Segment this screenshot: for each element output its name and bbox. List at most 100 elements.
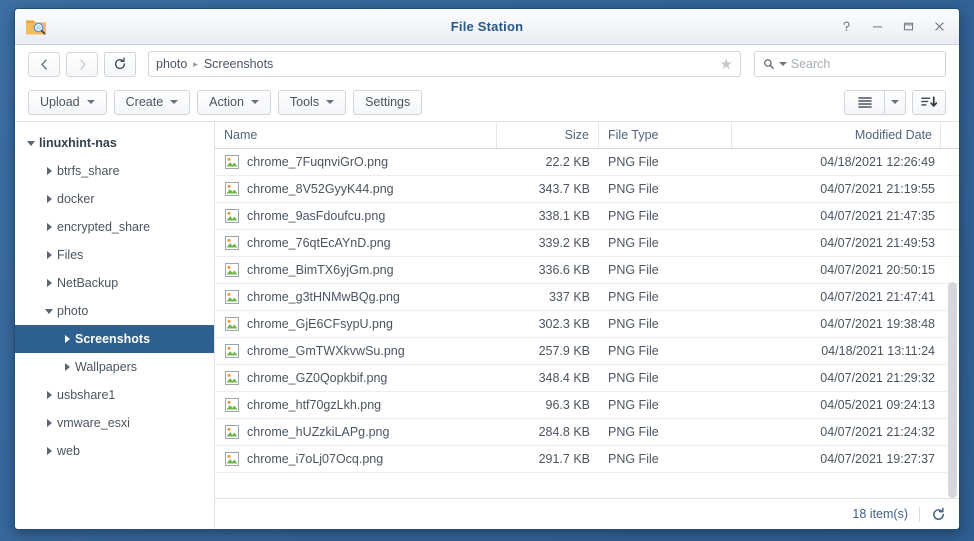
file-size-cell: 22.2 KB: [545, 155, 590, 169]
sidebar-item-web[interactable]: web: [15, 437, 214, 465]
action-button[interactable]: Action: [197, 89, 271, 115]
sort-order-button[interactable]: [912, 89, 946, 115]
help-button[interactable]: [839, 19, 854, 34]
table-row[interactable]: chrome_GjE6CFsypU.png 302.3 KB PNG File 04/…: [215, 311, 959, 338]
file-date-cell: 04/07/2021 21:47:41: [820, 290, 935, 304]
image-file-icon: [225, 425, 239, 439]
sidebar-item-usbshare1[interactable]: usbshare1: [15, 381, 214, 409]
sidebar-item-label: linuxhint-nas: [39, 136, 117, 150]
file-size-cell: 348.4 KB: [538, 371, 590, 385]
sidebar-item-label: usbshare1: [57, 388, 116, 402]
image-file-icon: [225, 209, 239, 223]
sidebar-item-photo[interactable]: photo: [15, 297, 214, 325]
table-row[interactable]: chrome_g3tHNMwBQg.png 337 KB PNG File 04/07…: [215, 284, 959, 311]
chevron-right-icon[interactable]: [59, 335, 75, 343]
chevron-right-icon[interactable]: [41, 223, 57, 231]
chevron-right-icon[interactable]: [59, 363, 75, 371]
file-name-label: chrome_GmTWXkvwSu.png: [247, 344, 405, 358]
table-row[interactable]: chrome_hUZzkiLAPg.png 284.8 KB PNG File 04/…: [215, 419, 959, 446]
window-title-bar: File Station: [15, 9, 959, 45]
sidebar-item-files[interactable]: Files: [15, 241, 214, 269]
list-view-button[interactable]: [844, 89, 884, 115]
column-header-size[interactable]: Size: [497, 122, 599, 148]
sidebar-item-linuxhint-nas[interactable]: linuxhint-nas: [15, 129, 214, 157]
file-name-label: chrome_8V52GyyK44.png: [247, 182, 394, 196]
breadcrumb-bar[interactable]: photo ▸ Screenshots ★: [148, 51, 741, 77]
table-row[interactable]: chrome_8V52GyyK44.png 343.7 KB PNG File 04/…: [215, 176, 959, 203]
sidebar-item-label: Wallpapers: [75, 360, 138, 374]
chevron-right-icon[interactable]: [41, 391, 57, 399]
breadcrumb-item-screenshots[interactable]: Screenshots: [204, 57, 273, 71]
image-file-icon: [225, 452, 239, 466]
file-type-cell: PNG File: [608, 452, 659, 466]
table-row[interactable]: chrome_76qtEcAYnD.png 339.2 KB PNG File 04/…: [215, 230, 959, 257]
sidebar-item-docker[interactable]: docker: [15, 185, 214, 213]
file-name-label: chrome_hUZzkiLAPg.png: [247, 425, 390, 439]
maximize-button[interactable]: [901, 19, 916, 34]
file-name-label: chrome_GjE6CFsypU.png: [247, 317, 393, 331]
refresh-icon[interactable]: [931, 507, 946, 522]
table-row[interactable]: chrome_7FuqnviGrO.png 22.2 KB PNG File 04/1…: [215, 149, 959, 176]
file-table-header: Name Size File Type Modified Date: [215, 122, 959, 149]
sidebar-item-label: encrypted_share: [57, 220, 151, 234]
sidebar-item-vmware-esxi[interactable]: vmware_esxi: [15, 409, 214, 437]
chevron-right-icon[interactable]: [41, 279, 57, 287]
chevron-right-icon[interactable]: [41, 251, 57, 259]
table-row[interactable]: chrome_GZ0Qopkbif.png 348.4 KB PNG File 04/…: [215, 365, 959, 392]
chevron-right-icon[interactable]: [41, 167, 57, 175]
chevron-right-icon[interactable]: [41, 419, 57, 427]
file-name-label: chrome_GZ0Qopkbif.png: [247, 371, 388, 385]
back-button[interactable]: [28, 51, 60, 77]
file-date-cell: 04/18/2021 12:26:49: [820, 155, 935, 169]
file-size-cell: 339.2 KB: [538, 236, 590, 250]
scrollbar-thumb[interactable]: [948, 282, 957, 498]
more-options-icon[interactable]: [941, 122, 959, 148]
create-button[interactable]: Create: [113, 89, 191, 115]
chevron-right-icon[interactable]: [41, 447, 57, 455]
table-row[interactable]: chrome_9asFdoufcu.png 338.1 KB PNG File 04/…: [215, 203, 959, 230]
vertical-scrollbar[interactable]: [948, 149, 957, 498]
column-header-file-type[interactable]: File Type: [599, 122, 732, 148]
search-scope-dropdown-icon[interactable]: [778, 62, 787, 66]
file-name-cell: chrome_8V52GyyK44.png: [215, 181, 497, 197]
sidebar-item-wallpapers[interactable]: Wallpapers: [15, 353, 214, 381]
forward-button[interactable]: [66, 51, 98, 77]
file-size-cell: 343.7 KB: [538, 182, 590, 196]
upload-button-label: Upload: [40, 95, 80, 109]
table-row[interactable]: chrome_i7oLj07Ocq.png 291.7 KB PNG File 04/…: [215, 446, 959, 473]
sidebar-item-btrfs-share[interactable]: btrfs_share: [15, 157, 214, 185]
chevron-down-icon[interactable]: [23, 140, 39, 146]
table-row[interactable]: chrome_BimTX6yjGm.png 336.6 KB PNG File 04/…: [215, 257, 959, 284]
search-input[interactable]: [790, 57, 937, 71]
chevron-right-icon[interactable]: [41, 195, 57, 203]
file-date-cell: 04/07/2021 21:29:32: [820, 371, 935, 385]
settings-button[interactable]: Settings: [353, 89, 423, 115]
file-size-cell: 284.8 KB: [538, 425, 590, 439]
refresh-button[interactable]: [104, 51, 136, 77]
file-type-cell: PNG File: [608, 236, 659, 250]
sidebar-item-screenshots[interactable]: Screenshots: [15, 325, 214, 353]
file-date-cell: 04/07/2021 19:27:37: [820, 452, 935, 466]
search-box[interactable]: [754, 51, 946, 77]
upload-button[interactable]: Upload: [28, 89, 107, 115]
action-button-label: Action: [209, 95, 244, 109]
file-size-cell: 257.9 KB: [538, 344, 590, 358]
chevron-down-icon[interactable]: [41, 308, 57, 314]
close-button[interactable]: [932, 19, 947, 34]
file-date-cell: 04/07/2021 19:38:48: [820, 317, 935, 331]
sidebar-item-encrypted-share[interactable]: encrypted_share: [15, 213, 214, 241]
image-file-icon: [225, 344, 239, 358]
column-header-name[interactable]: Name: [215, 122, 497, 148]
file-type-cell: PNG File: [608, 182, 659, 196]
star-icon[interactable]: ★: [720, 57, 733, 72]
breadcrumb-item-photo[interactable]: photo: [156, 57, 187, 71]
table-row[interactable]: chrome_htf70gzLkh.png 96.3 KB PNG File 04/0…: [215, 392, 959, 419]
table-row[interactable]: chrome_GmTWXkvwSu.png 257.9 KB PNG File 04/…: [215, 338, 959, 365]
file-name-cell: chrome_hUZzkiLAPg.png: [215, 424, 497, 440]
column-header-modified-date[interactable]: Modified Date: [732, 122, 941, 148]
minimize-button[interactable]: [870, 19, 885, 34]
view-options-dropdown[interactable]: [884, 89, 906, 115]
folder-tree-sidebar: linuxhint-nas btrfs_share docker encrypted_…: [15, 122, 215, 529]
tools-button[interactable]: Tools: [277, 89, 347, 115]
sidebar-item-netbackup[interactable]: NetBackup: [15, 269, 214, 297]
